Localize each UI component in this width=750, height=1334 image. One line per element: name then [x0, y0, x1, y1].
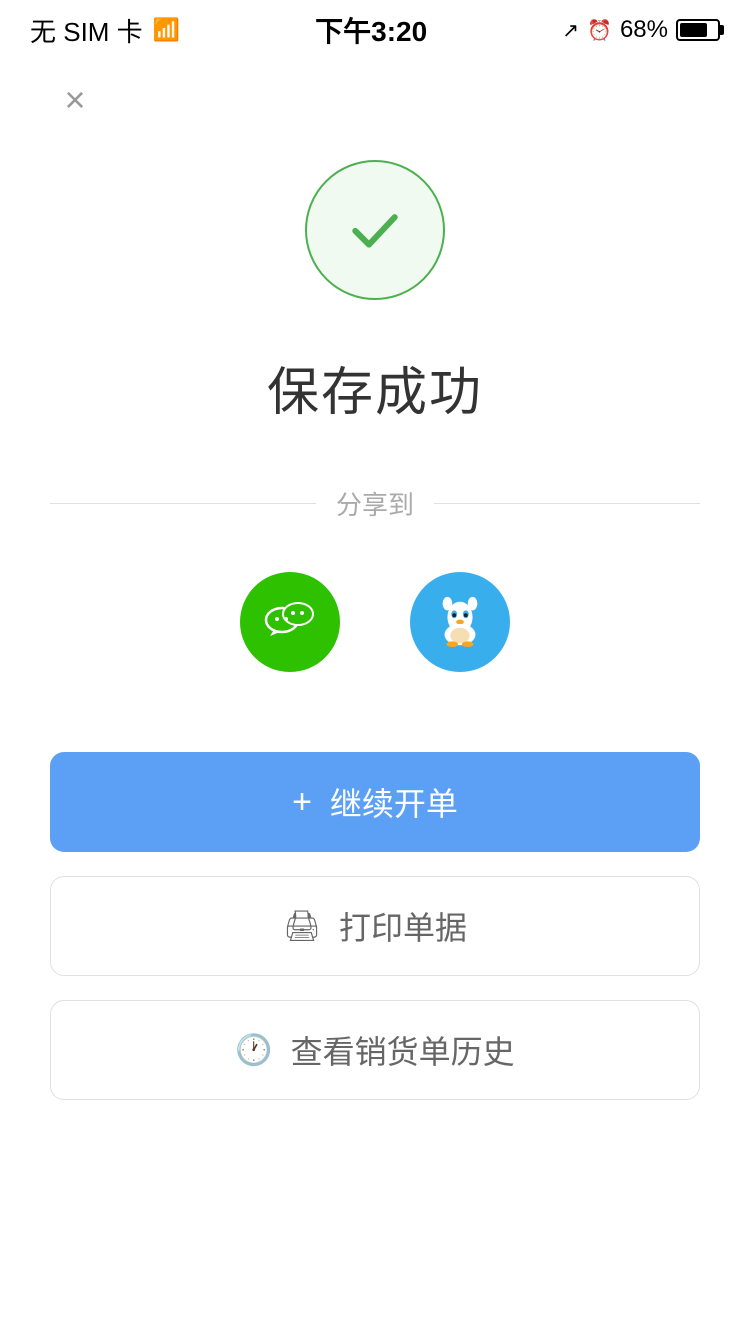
- success-circle: [305, 160, 445, 300]
- status-bar: 无 SIM 卡 📶 下午3:20 ↗ ⏰ 68%: [0, 0, 750, 60]
- qq-share-button[interactable]: [410, 572, 510, 672]
- share-divider: 分享到: [50, 485, 700, 522]
- wifi-icon: 📶: [153, 17, 180, 43]
- share-icons-row: [50, 572, 700, 672]
- history-button[interactable]: 🕐 查看销货单历史: [50, 1000, 700, 1100]
- success-title: 保存成功: [267, 350, 483, 425]
- divider-line-right: [434, 503, 700, 504]
- status-time: 下午3:20: [315, 10, 427, 50]
- battery-percent: 68%: [620, 16, 668, 44]
- wechat-share-button[interactable]: [240, 572, 340, 672]
- divider-line-left: [50, 503, 316, 504]
- print-button[interactable]: 🖨 打印单据: [50, 876, 700, 976]
- print-icon: 🖨: [283, 909, 321, 944]
- clock-icon: 🕐: [235, 1033, 272, 1068]
- status-right: ↗ ⏰ 68%: [562, 16, 720, 44]
- main-content: 保存成功 分享到: [0, 60, 750, 1100]
- checkmark-icon: [345, 200, 405, 260]
- action-buttons: + 继续开单 🖨 打印单据 🕐 查看销货单历史: [0, 752, 750, 1100]
- battery-bar: [676, 19, 720, 41]
- battery-fill: [680, 23, 707, 37]
- share-label: 分享到: [336, 485, 414, 522]
- continue-label: 继续开单: [330, 779, 458, 825]
- plus-icon: +: [292, 783, 312, 822]
- location-icon: ↗: [562, 18, 579, 43]
- history-label: 查看销货单历史: [291, 1027, 515, 1073]
- alarm-icon: ⏰: [587, 18, 612, 43]
- qq-icon: [431, 593, 489, 651]
- continue-button[interactable]: + 继续开单: [50, 752, 700, 852]
- no-sim-text: 无 SIM 卡: [30, 12, 143, 49]
- wechat-icon: [260, 592, 320, 652]
- share-section: 分享到: [0, 485, 750, 752]
- print-label: 打印单据: [339, 903, 467, 949]
- close-icon: ×: [64, 79, 85, 121]
- status-left: 无 SIM 卡 📶: [30, 12, 180, 49]
- close-button[interactable]: ×: [50, 75, 100, 125]
